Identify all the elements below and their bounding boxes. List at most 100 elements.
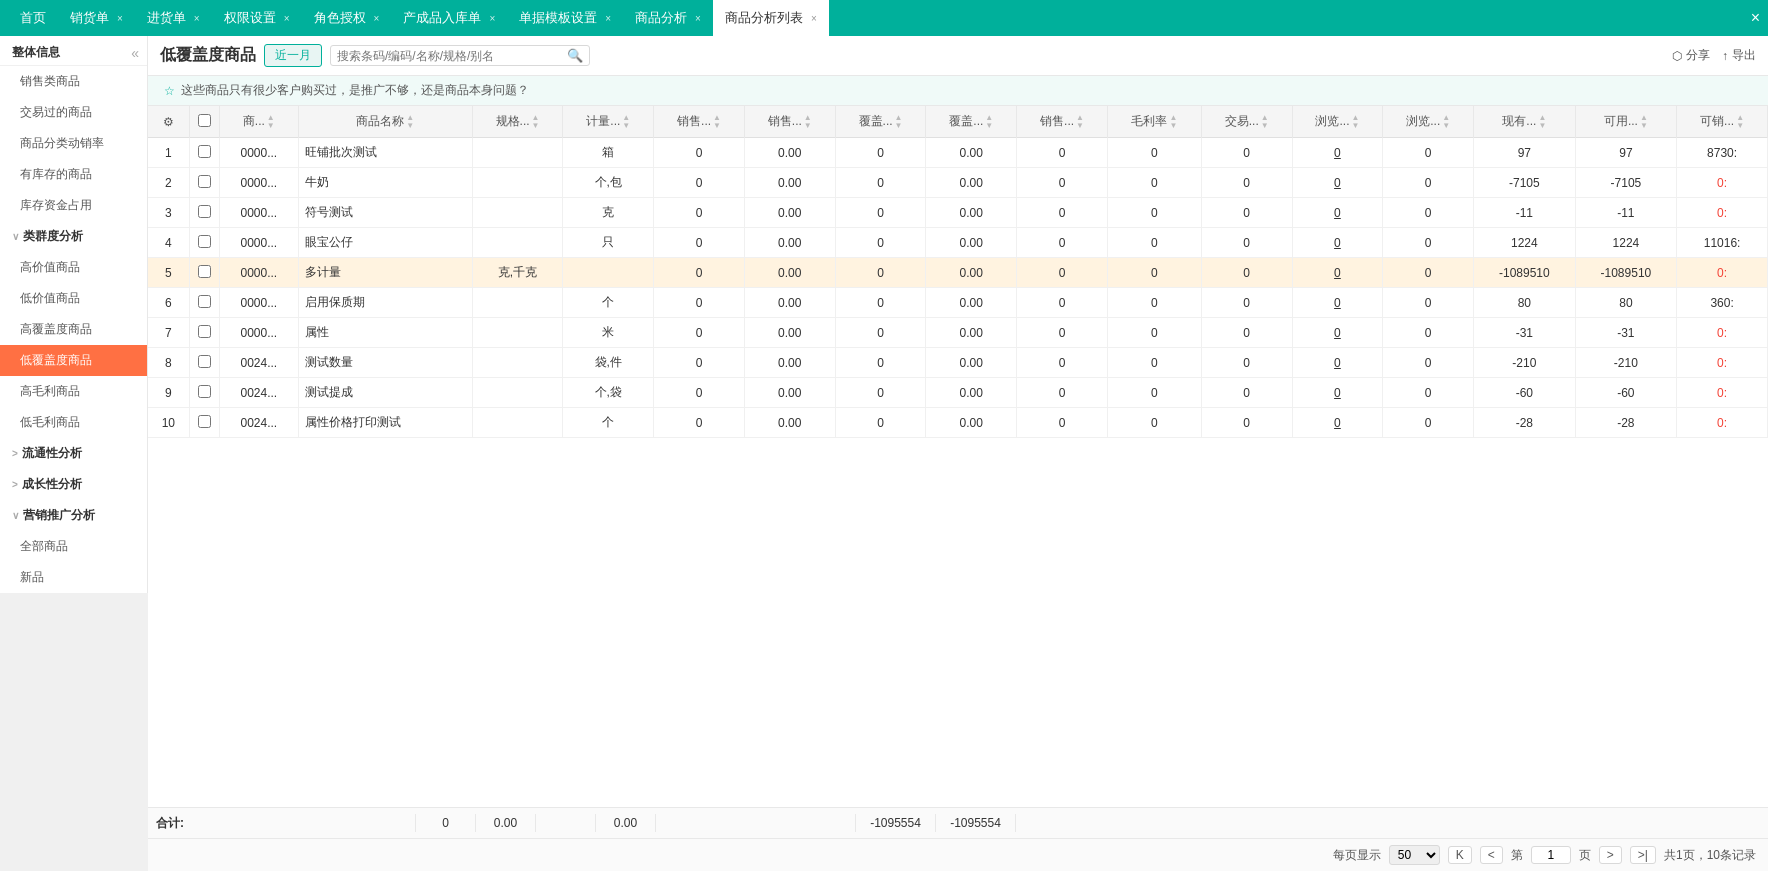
row-browse1[interactable]: 0 — [1292, 168, 1383, 198]
close-product-warehouse-icon[interactable]: × — [489, 13, 495, 24]
row-browse1[interactable]: 0 — [1292, 348, 1383, 378]
browse-link[interactable]: 0 — [1334, 266, 1341, 280]
row-checkbox-cell[interactable] — [189, 168, 219, 198]
prev-page-button[interactable]: < — [1480, 846, 1503, 864]
browse-link[interactable]: 0 — [1334, 386, 1341, 400]
current-col-header[interactable]: 现有...▲▼ — [1474, 106, 1576, 138]
last-page-button[interactable]: >| — [1630, 846, 1656, 864]
gross-margin-col-header[interactable]: 毛利率▲▼ — [1107, 106, 1201, 138]
row-checkbox[interactable] — [198, 355, 211, 368]
close-permissions-icon[interactable]: × — [284, 13, 290, 24]
nav-product-analysis-list[interactable]: 商品分析列表 × — [713, 0, 829, 36]
browse-link[interactable]: 0 — [1334, 236, 1341, 250]
sidebar-collapse-icon[interactable]: « — [131, 45, 139, 61]
browse2-col-header[interactable]: 浏览...▲▼ — [1383, 106, 1474, 138]
row-browse1[interactable]: 0 — [1292, 288, 1383, 318]
export-button[interactable]: ↑ 导出 — [1722, 47, 1756, 64]
page-number-input[interactable] — [1531, 846, 1571, 864]
row-browse1[interactable]: 0 — [1292, 138, 1383, 168]
nav-role-auth[interactable]: 角色授权 × — [302, 0, 392, 36]
row-checkbox-cell[interactable] — [189, 408, 219, 438]
close-window-icon[interactable]: × — [1751, 9, 1760, 27]
row-checkbox-cell[interactable] — [189, 198, 219, 228]
close-template-settings-icon[interactable]: × — [605, 13, 611, 24]
nav-product-warehouse[interactable]: 产成品入库单 × — [391, 0, 507, 36]
available-col-header[interactable]: 可用...▲▼ — [1575, 106, 1677, 138]
row-checkbox-cell[interactable] — [189, 138, 219, 168]
close-role-auth-icon[interactable]: × — [374, 13, 380, 24]
row-checkbox[interactable] — [198, 175, 211, 188]
row-checkbox[interactable] — [198, 385, 211, 398]
sidebar-group-flow[interactable]: > 流通性分析 — [0, 438, 147, 469]
cover2-col-header[interactable]: 覆盖...▲▼ — [926, 106, 1017, 138]
row-browse1[interactable]: 0 — [1292, 408, 1383, 438]
row-checkbox-cell[interactable] — [189, 378, 219, 408]
name-col-header[interactable]: 商品名称▲▼ — [298, 106, 472, 138]
row-checkbox[interactable] — [198, 415, 211, 428]
row-checkbox-cell[interactable] — [189, 348, 219, 378]
code-col-header[interactable]: 商...▲▼ — [219, 106, 298, 138]
browse1-col-header[interactable]: 浏览...▲▼ — [1292, 106, 1383, 138]
nav-template-settings[interactable]: 单据模板设置 × — [507, 0, 623, 36]
sidebar-item-low-margin[interactable]: 低毛利商品 — [0, 407, 147, 438]
sales-qty-col-header[interactable]: 销售...▲▼ — [654, 106, 745, 138]
browse-link[interactable]: 0 — [1334, 176, 1341, 190]
select-all-checkbox[interactable] — [198, 114, 211, 127]
close-product-analysis-list-icon[interactable]: × — [811, 13, 817, 24]
unit-col-header[interactable]: 计量...▲▼ — [563, 106, 654, 138]
sidebar-item-low-value[interactable]: 低价值商品 — [0, 283, 147, 314]
per-page-select[interactable]: 50 100 200 — [1389, 845, 1440, 865]
row-checkbox-cell[interactable] — [189, 228, 219, 258]
row-browse1[interactable]: 0 — [1292, 318, 1383, 348]
row-checkbox-cell[interactable] — [189, 258, 219, 288]
row-checkbox[interactable] — [198, 235, 211, 248]
row-checkbox-cell[interactable] — [189, 288, 219, 318]
sidebar-item-in-stock[interactable]: 有库存的商品 — [0, 159, 147, 190]
nav-purchase-order[interactable]: 进货单 × — [135, 0, 212, 36]
sidebar-item-all-goods[interactable]: 全部商品 — [0, 531, 147, 562]
sales-amt-col-header[interactable]: 销售...▲▼ — [744, 106, 835, 138]
checkbox-col-header[interactable] — [189, 106, 219, 138]
row-browse1[interactable]: 0 — [1292, 228, 1383, 258]
nav-permissions[interactable]: 权限设置 × — [212, 0, 302, 36]
row-checkbox[interactable] — [198, 205, 211, 218]
sidebar-item-high-coverage[interactable]: 高覆盖度商品 — [0, 314, 147, 345]
trade-col-header[interactable]: 交易...▲▼ — [1201, 106, 1292, 138]
sidebar-item-category-rate[interactable]: 商品分类动销率 — [0, 128, 147, 159]
sidebar-item-low-coverage[interactable]: 低覆盖度商品 — [0, 345, 147, 376]
spec-col-header[interactable]: 规格...▲▼ — [472, 106, 563, 138]
sidebar-item-high-margin[interactable]: 高毛利商品 — [0, 376, 147, 407]
browse-link[interactable]: 0 — [1334, 416, 1341, 430]
row-browse1[interactable]: 0 — [1292, 198, 1383, 228]
row-browse1[interactable]: 0 — [1292, 258, 1383, 288]
row-checkbox[interactable] — [198, 325, 211, 338]
row-checkbox-cell[interactable] — [189, 318, 219, 348]
search-input[interactable] — [337, 49, 567, 63]
settings-col-header[interactable]: ⚙ — [148, 106, 189, 138]
row-browse1[interactable]: 0 — [1292, 378, 1383, 408]
filter-recent-month-button[interactable]: 近一月 — [264, 44, 322, 67]
sidebar-item-traded-goods[interactable]: 交易过的商品 — [0, 97, 147, 128]
browse-link[interactable]: 0 — [1334, 326, 1341, 340]
sidebar-item-high-value[interactable]: 高价值商品 — [0, 252, 147, 283]
browse-link[interactable]: 0 — [1334, 146, 1341, 160]
row-checkbox[interactable] — [198, 295, 211, 308]
sidebar-group-cluster[interactable]: ∨ 类群度分析 — [0, 221, 147, 252]
row-checkbox[interactable] — [198, 145, 211, 158]
sales-rate-col-header[interactable]: 销售...▲▼ — [1017, 106, 1108, 138]
close-sales-order-icon[interactable]: × — [117, 13, 123, 24]
row-checkbox[interactable] — [198, 265, 211, 278]
close-product-analysis-icon[interactable]: × — [695, 13, 701, 24]
cover1-col-header[interactable]: 覆盖...▲▼ — [835, 106, 926, 138]
sidebar-group-growth[interactable]: > 成长性分析 — [0, 469, 147, 500]
nav-home[interactable]: 首页 — [8, 0, 58, 36]
share-button[interactable]: ⬡ 分享 — [1672, 47, 1710, 64]
nav-product-analysis[interactable]: 商品分析 × — [623, 0, 713, 36]
sellable-col-header[interactable]: 可销...▲▼ — [1677, 106, 1768, 138]
search-icon[interactable]: 🔍 — [567, 48, 583, 63]
next-page-button[interactable]: > — [1599, 846, 1622, 864]
browse-link[interactable]: 0 — [1334, 356, 1341, 370]
sidebar-item-new-goods[interactable]: 新品 — [0, 562, 147, 593]
first-page-button[interactable]: K — [1448, 846, 1472, 864]
browse-link[interactable]: 0 — [1334, 296, 1341, 310]
